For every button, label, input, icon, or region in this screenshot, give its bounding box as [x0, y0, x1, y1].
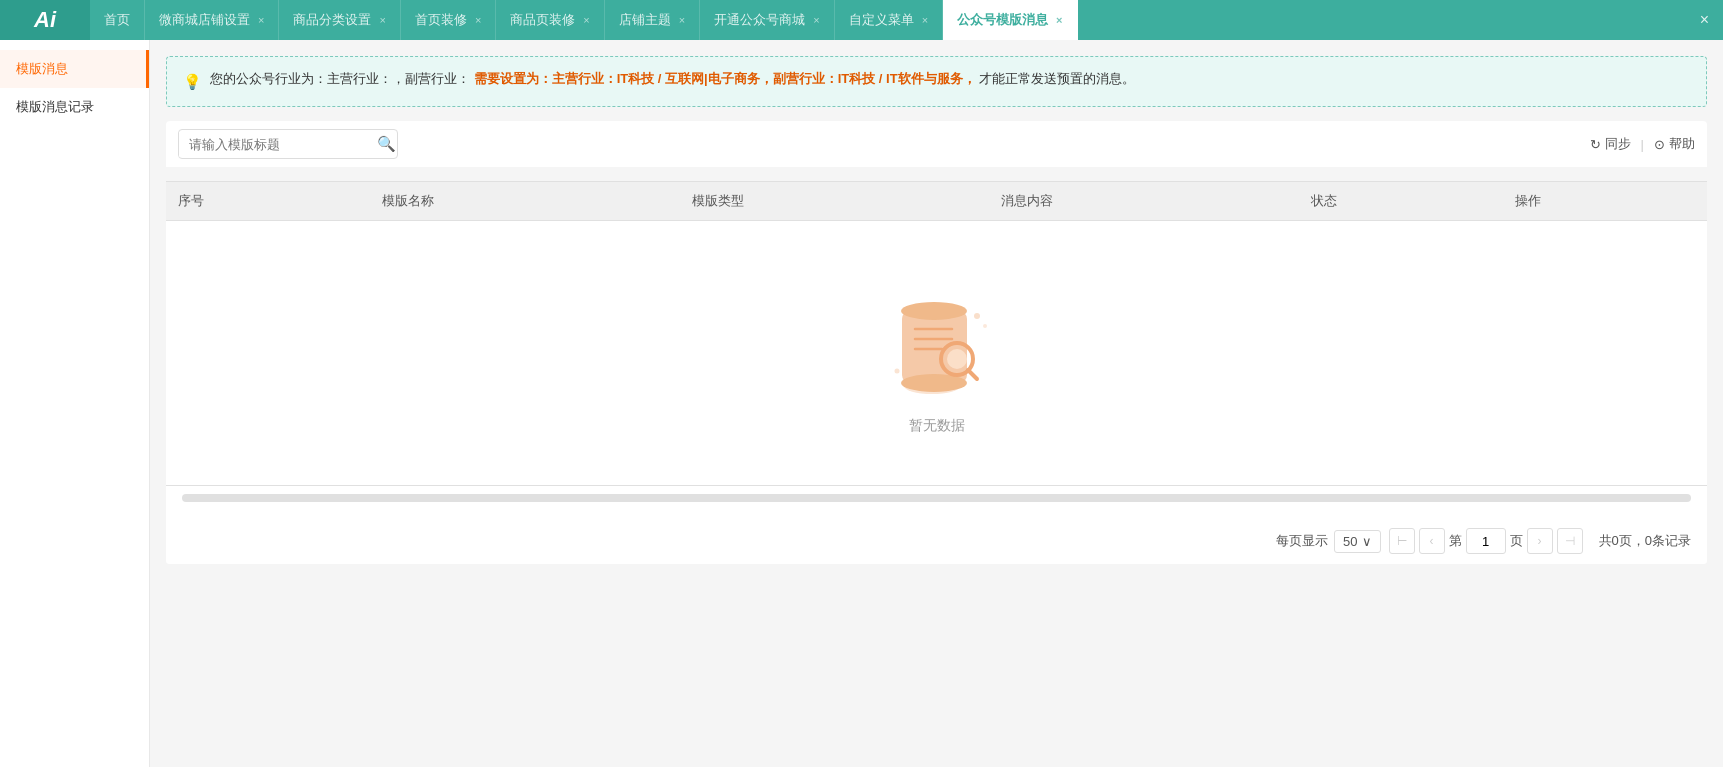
search-area: 🔍 — [178, 129, 398, 159]
svg-line-9 — [968, 370, 977, 379]
svg-point-10 — [974, 313, 980, 319]
horizontal-scrollbar[interactable] — [166, 485, 1707, 518]
nav-tab-label: 开通公众号商城 — [714, 11, 805, 29]
svg-rect-1 — [902, 311, 967, 383]
nav-tab-label: 首页装修 — [415, 11, 467, 29]
help-button[interactable]: ⊙ 帮助 — [1654, 135, 1695, 153]
nav-tab-close-icon[interactable]: × — [1056, 14, 1062, 26]
table-col-name: 模版名称 — [370, 182, 680, 221]
nav-tab-label: 首页 — [104, 11, 130, 29]
svg-point-8 — [947, 349, 967, 369]
nav-tab-close-icon[interactable]: × — [379, 14, 385, 26]
nav-tab-label: 自定义菜单 — [849, 11, 914, 29]
nav-tab-close-icon[interactable]: × — [583, 14, 589, 26]
help-icon: ⊙ — [1654, 137, 1665, 152]
table-col-content: 消息内容 — [989, 182, 1299, 221]
nav-tab-open-mall[interactable]: 开通公众号商城 × — [700, 0, 834, 40]
prev-page-button[interactable]: ‹ — [1419, 528, 1445, 554]
toolbar-right: ↻ 同步 | ⊙ 帮助 — [1590, 135, 1695, 153]
nav-tab-close-icon[interactable]: × — [813, 14, 819, 26]
sidebar-item-template-msg[interactable]: 模版消息 — [0, 50, 149, 88]
nav-tab-template-msg[interactable]: 公众号模版消息 × — [943, 0, 1077, 40]
table-col-index: 序号 — [166, 182, 370, 221]
nav-tab-homepage-deco[interactable]: 首页装修 × — [401, 0, 496, 40]
svg-point-11 — [983, 324, 987, 328]
table-wrapper: 序号模版名称模版类型消息内容状态操作 — [166, 181, 1707, 564]
nav-tab-shop-theme[interactable]: 店铺主题 × — [605, 0, 700, 40]
alert-icon: 💡 — [183, 70, 202, 94]
nav-tab-label: 店铺主题 — [619, 11, 671, 29]
last-page-button[interactable]: ⊣ — [1557, 528, 1583, 554]
sidebar-item-template-log[interactable]: 模版消息记录 — [0, 88, 149, 126]
empty-text: 暂无数据 — [909, 417, 965, 435]
nav-tab-product-deco[interactable]: 商品页装修 × — [496, 0, 604, 40]
search-button[interactable]: 🔍 — [367, 130, 398, 158]
total-info: 共0页，0条记录 — [1599, 532, 1691, 550]
sync-icon: ↻ — [1590, 137, 1601, 152]
nav-tab-close-icon[interactable]: × — [922, 14, 928, 26]
scrollbar-track — [182, 494, 1691, 502]
table-col-status: 状态 — [1299, 182, 1503, 221]
first-page-button[interactable]: ⊢ — [1389, 528, 1415, 554]
nav-tab-close-icon[interactable]: × — [258, 14, 264, 26]
nav-tab-label: 商品页装修 — [510, 11, 575, 29]
logo: Ai — [0, 0, 90, 40]
svg-point-12 — [894, 369, 899, 374]
nav-tab-label: 公众号模版消息 — [957, 11, 1048, 29]
close-all-tabs-button[interactable]: × — [1686, 0, 1723, 40]
page-size-selector: 每页显示 50 ∨ — [1276, 530, 1380, 553]
sync-button[interactable]: ↻ 同步 — [1590, 135, 1631, 153]
industry-alert: 💡 您的公众号行业为：主营行业：，副营行业： 需要设置为：主营行业：IT科技 /… — [166, 56, 1707, 107]
top-navigation: Ai 首页微商城店铺设置×商品分类设置×首页装修×商品页装修×店铺主题×开通公众… — [0, 0, 1723, 40]
nav-tab-category[interactable]: 商品分类设置 × — [279, 0, 400, 40]
page-navigation: ⊢ ‹ 第 页 › ⊣ — [1389, 528, 1583, 554]
chevron-down-icon: ∨ — [1362, 534, 1372, 549]
main-layout: 模版消息模版消息记录 💡 您的公众号行业为：主营行业：，副营行业： 需要设置为：… — [0, 40, 1723, 767]
pagination-row: 每页显示 50 ∨ ⊢ ‹ 第 页 › ⊣ 共0页，0条记录 — [166, 518, 1707, 564]
alert-text: 您的公众号行业为：主营行业：，副营行业： 需要设置为：主营行业：IT科技 / 互… — [210, 69, 1135, 90]
nav-tab-close-icon[interactable]: × — [475, 14, 481, 26]
nav-tab-label: 商品分类设置 — [293, 11, 371, 29]
nav-tab-wechat-shop[interactable]: 微商城店铺设置 × — [145, 0, 279, 40]
nav-tab-close-icon[interactable]: × — [679, 14, 685, 26]
table-col-action: 操作 — [1503, 182, 1707, 221]
content-area: 💡 您的公众号行业为：主营行业：，副营行业： 需要设置为：主营行业：IT科技 /… — [150, 40, 1723, 767]
page-size-dropdown[interactable]: 50 ∨ — [1334, 530, 1380, 553]
nav-tab-label: 微商城店铺设置 — [159, 11, 250, 29]
nav-tab-home[interactable]: 首页 — [90, 0, 145, 40]
table-col-type: 模版类型 — [680, 182, 990, 221]
data-table: 序号模版名称模版类型消息内容状态操作 — [166, 181, 1707, 221]
empty-state: 暂无数据 — [166, 221, 1707, 485]
search-input[interactable] — [179, 132, 367, 157]
empty-illustration — [877, 281, 997, 401]
next-page-button[interactable]: › — [1527, 528, 1553, 554]
page-number-input[interactable] — [1466, 528, 1506, 554]
search-icon: 🔍 — [377, 135, 396, 152]
sidebar: 模版消息模版消息记录 — [0, 40, 150, 767]
svg-point-2 — [901, 302, 967, 320]
table-header: 序号模版名称模版类型消息内容状态操作 — [166, 182, 1707, 221]
divider: | — [1641, 137, 1644, 152]
nav-tab-custom-menu[interactable]: 自定义菜单 × — [835, 0, 943, 40]
toolbar-row: 🔍 ↻ 同步 | ⊙ 帮助 — [166, 121, 1707, 167]
